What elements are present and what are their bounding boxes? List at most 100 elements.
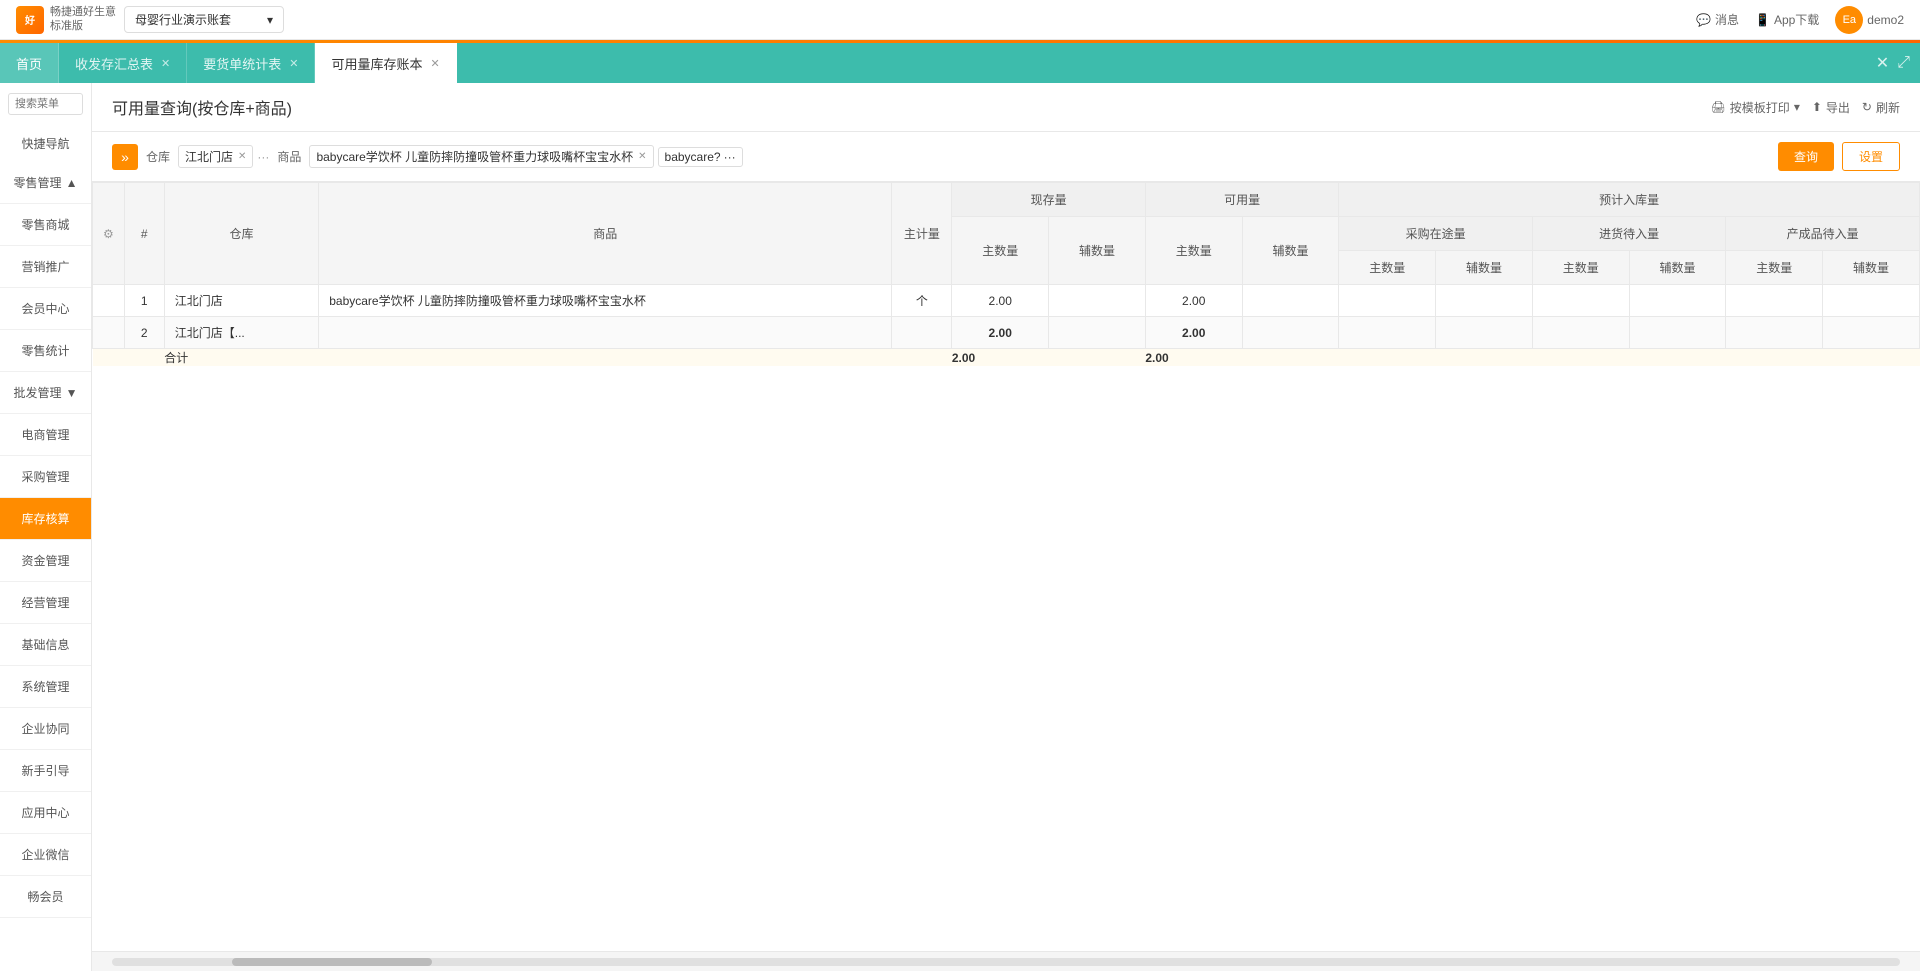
row2-pi-aux xyxy=(1436,317,1533,349)
summary-avail-main: 2.00 xyxy=(1145,349,1242,367)
filter-toggle-button[interactable]: » xyxy=(112,144,138,170)
sidebar-item-enterprise-wechat[interactable]: 企业微信 xyxy=(0,834,91,876)
user-avatar-area[interactable]: Ea demo2 xyxy=(1835,6,1904,34)
top-bar-right: 💬 消息 📱 App下载 Ea demo2 xyxy=(1696,6,1904,34)
tab-home[interactable]: 首页 xyxy=(0,43,59,83)
bottom-bar xyxy=(92,951,1920,971)
tab-expand-button[interactable]: ⤢ xyxy=(1897,54,1910,72)
tab-close-orders[interactable]: ✕ xyxy=(289,57,298,70)
table-container: ⚙ # 仓库 商品 主计量 现存量 可用量 预计入库量 主数量 辅数量 主数量 xyxy=(92,182,1920,951)
th-prod-main: 主数量 xyxy=(1726,251,1823,285)
row1-avail-aux xyxy=(1242,285,1339,317)
remove-warehouse-tag[interactable]: ✕ xyxy=(238,151,246,162)
th-main-unit: 主计量 xyxy=(892,183,952,285)
sidebar-item-app-center[interactable]: 应用中心 xyxy=(0,792,91,834)
row2-warehouse: 江北门店【... xyxy=(164,317,318,349)
row2-pp-main xyxy=(1532,317,1629,349)
row2-settings xyxy=(93,317,125,349)
top-bar-left: 好 畅捷通好生意 标准版 母婴行业演示账套 ▾ xyxy=(16,6,284,34)
top-bar: 好 畅捷通好生意 标准版 母婴行业演示账套 ▾ 💬 消息 📱 App下载 Ea … xyxy=(0,0,1920,40)
sidebar-item-retail-mgmt[interactable]: 零售管理 ▲ xyxy=(0,162,91,204)
row2-prod-main xyxy=(1726,317,1823,349)
setting-button[interactable]: 设置 xyxy=(1842,142,1900,171)
filter-actions: 查询 设置 xyxy=(1778,142,1900,171)
row2-avail-aux xyxy=(1242,317,1339,349)
avatar: Ea xyxy=(1835,6,1863,34)
tab-close-receipts[interactable]: ✕ xyxy=(161,57,170,70)
tab-inventory[interactable]: 可用量库存账本 ✕ xyxy=(315,43,456,83)
sidebar-item-quick-nav[interactable]: 快捷导航 xyxy=(0,125,91,162)
settings-icon[interactable]: ⚙ xyxy=(103,227,114,241)
row1-pi-aux xyxy=(1436,285,1533,317)
row1-prod-aux xyxy=(1823,285,1920,317)
row2-index: 2 xyxy=(124,317,164,349)
message-button[interactable]: 💬 消息 xyxy=(1696,11,1739,28)
th-avail-aux: 辅数量 xyxy=(1242,217,1339,285)
org-selector[interactable]: 母婴行业演示账套 ▾ xyxy=(124,6,284,33)
sidebar-item-operations[interactable]: 经营管理 xyxy=(0,582,91,624)
sidebar-item-retail-mall[interactable]: 零售商城 xyxy=(0,204,91,246)
search-input[interactable] xyxy=(8,93,83,115)
app-download-button[interactable]: 📱 App下载 xyxy=(1755,11,1819,28)
th-settings: ⚙ xyxy=(93,183,125,285)
summary-empty xyxy=(93,349,165,367)
row2-current-aux xyxy=(1049,317,1146,349)
summary-pi-aux xyxy=(1436,349,1533,367)
sidebar-item-member[interactable]: 会员中心 xyxy=(0,288,91,330)
tab-bar-right: ✕ ⤢ xyxy=(1866,43,1920,83)
warehouse-tags: 江北门店 ✕ ··· xyxy=(178,145,269,168)
row2-unit xyxy=(892,317,952,349)
export-button[interactable]: ⬆ 导出 xyxy=(1812,99,1850,116)
tab-orders[interactable]: 要货单统计表 ✕ xyxy=(187,43,315,83)
sidebar-item-enterprise[interactable]: 企业协同 xyxy=(0,708,91,750)
th-purchase-intransit-group: 采购在途量 xyxy=(1339,217,1533,251)
sidebar: 快捷导航 零售管理 ▲ 零售商城 营销推广 会员中心 零售统计 批发管理 ▼ 电… xyxy=(0,83,92,971)
sidebar-item-member2[interactable]: 畅会员 xyxy=(0,876,91,918)
scroll-track[interactable] xyxy=(112,958,1900,966)
row1-current-aux xyxy=(1049,285,1146,317)
sidebar-item-wholesale-mgmt[interactable]: 批发管理 ▼ xyxy=(0,372,91,414)
summary-pi-main xyxy=(1339,349,1436,367)
tab-receipts[interactable]: 收发存汇总表 ✕ xyxy=(59,43,187,83)
sidebar-item-marketing[interactable]: 营销推广 xyxy=(0,246,91,288)
content-area: 可用量查询(按仓库+商品) 🖨 按模板打印 ▾ ⬆ 导出 ↻ 刷新 » xyxy=(92,83,1920,971)
logo-icon: 好 xyxy=(16,6,44,34)
scroll-thumb[interactable] xyxy=(232,958,432,966)
row2-avail-main: 2.00 xyxy=(1145,317,1242,349)
remove-product-tag[interactable]: ✕ xyxy=(638,151,646,162)
refresh-icon: ↻ xyxy=(1862,100,1872,114)
summary-avail-aux xyxy=(1242,349,1339,367)
tab-close-inventory[interactable]: ✕ xyxy=(431,57,440,70)
th-current-aux: 辅数量 xyxy=(1049,217,1146,285)
row1-index: 1 xyxy=(124,285,164,317)
row1-pp-aux xyxy=(1629,285,1726,317)
sidebar-item-new-guide[interactable]: 新手引导 xyxy=(0,750,91,792)
warehouse-more-dots[interactable]: ··· xyxy=(257,150,269,164)
sidebar-item-purchase[interactable]: 采购管理 xyxy=(0,456,91,498)
query-button[interactable]: 查询 xyxy=(1778,142,1834,171)
print-template-button[interactable]: 🖨 按模板打印 ▾ xyxy=(1711,99,1800,116)
sidebar-item-finance[interactable]: 资金管理 xyxy=(0,540,91,582)
export-icon: ⬆ xyxy=(1812,100,1822,114)
refresh-button[interactable]: ↻ 刷新 xyxy=(1862,99,1900,116)
sidebar-item-ecommerce[interactable]: 电商管理 xyxy=(0,414,91,456)
th-current-stock-group: 现存量 xyxy=(952,183,1146,217)
sidebar-item-basic-info[interactable]: 基础信息 xyxy=(0,624,91,666)
sidebar-item-retail-stats[interactable]: 零售统计 xyxy=(0,330,91,372)
summary-label: 合计 xyxy=(164,349,952,367)
main-layout: 快捷导航 零售管理 ▲ 零售商城 营销推广 会员中心 零售统计 批发管理 ▼ 电… xyxy=(0,83,1920,971)
th-available-group: 可用量 xyxy=(1145,183,1339,217)
page-header: 可用量查询(按仓库+商品) 🖨 按模板打印 ▾ ⬆ 导出 ↻ 刷新 xyxy=(92,83,1920,132)
page-actions: 🖨 按模板打印 ▾ ⬆ 导出 ↻ 刷新 xyxy=(1711,99,1900,116)
tab-close-all-button[interactable]: ✕ xyxy=(1876,53,1889,73)
th-prod-aux: 辅数量 xyxy=(1823,251,1920,285)
th-warehouse: 仓库 xyxy=(164,183,318,285)
sidebar-item-inventory-check[interactable]: 库存核算 xyxy=(0,498,91,540)
row1-current-main: 2.00 xyxy=(952,285,1049,317)
table-row: 2 江北门店【... 2.00 2.00 xyxy=(93,317,1920,349)
th-index: # xyxy=(124,183,164,285)
sidebar-item-system[interactable]: 系统管理 xyxy=(0,666,91,708)
tab-bar-left: 首页 收发存汇总表 ✕ 要货单统计表 ✕ 可用量库存账本 ✕ xyxy=(0,43,1866,83)
product-tag-babycare: babycare学饮杯 儿童防摔防撞吸管杯重力球吸嘴杯宝宝水杯 ✕ xyxy=(309,145,653,168)
summary-pp-aux xyxy=(1629,349,1726,367)
